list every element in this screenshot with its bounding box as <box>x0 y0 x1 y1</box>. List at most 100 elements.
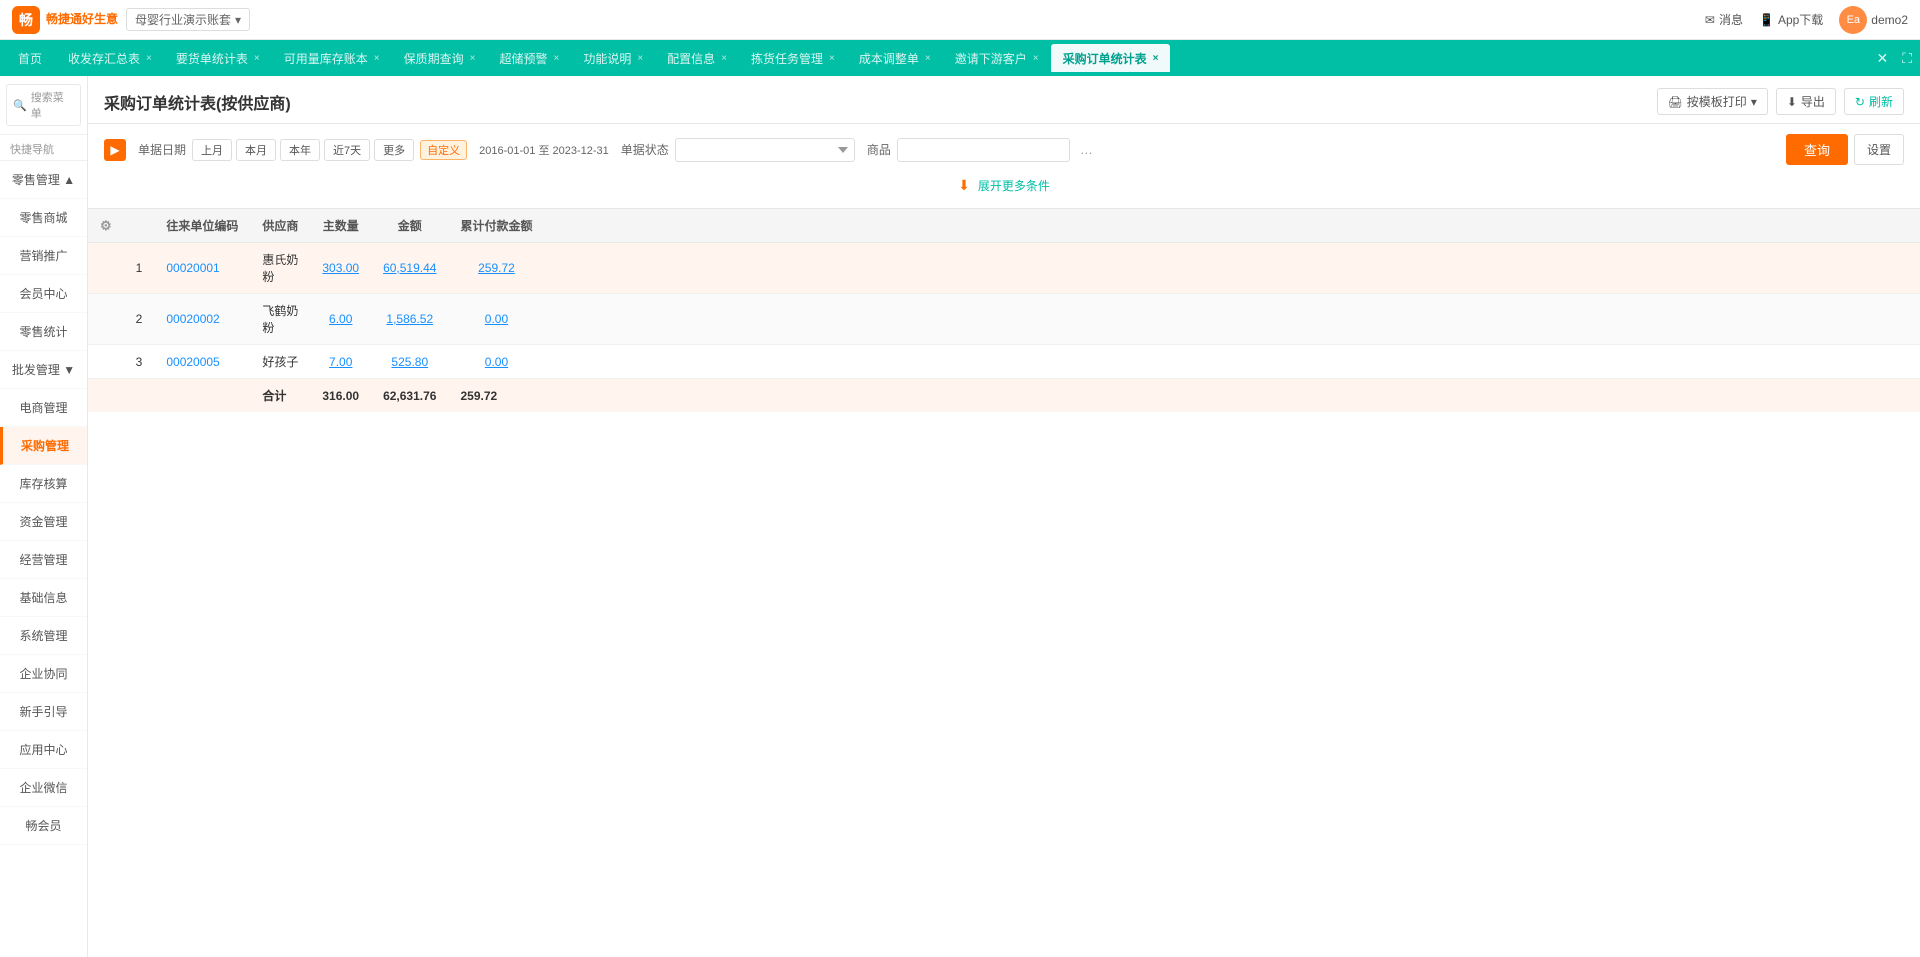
refresh-button[interactable]: ↻ 刷新 <box>1844 88 1904 115</box>
sidebar-item-ecommerce-mgmt[interactable]: 电商管理 <box>0 389 87 427</box>
close-icon[interactable]: × <box>829 53 835 64</box>
tab-overstock-warning[interactable]: 超储预警 × <box>487 44 571 72</box>
table-footer-row: 合计 316.00 62,631.76 259.72 <box>88 379 1920 413</box>
workspace-selector[interactable]: 母婴行业演示账套 ▾ <box>126 8 250 31</box>
retail-shop-label: 零售商城 <box>19 211 67 225</box>
tab-function-desc[interactable]: 功能说明 × <box>571 44 655 72</box>
enterprise-collab-label: 企业协同 <box>19 667 67 681</box>
sidebar-item-app-center[interactable]: 应用中心 <box>0 731 87 769</box>
tab-config-info[interactable]: 配置信息 × <box>655 44 739 72</box>
row-amount[interactable]: 525.80 <box>371 345 448 379</box>
status-select[interactable] <box>675 138 855 162</box>
sidebar-item-retail-mgmt[interactable]: 零售管理 ▲ <box>0 161 87 199</box>
row-amount[interactable]: 1,586.52 <box>371 294 448 345</box>
sidebar-item-marketing[interactable]: 营销推广 <box>0 237 87 275</box>
maximize-window-button[interactable]: ⛶ <box>1898 48 1916 69</box>
row-quantity[interactable]: 7.00 <box>310 345 371 379</box>
row-unit-code[interactable]: 00020005 <box>154 345 250 379</box>
tab-label: 配置信息 <box>667 50 715 67</box>
status-filter-label: 单据状态 <box>621 141 669 158</box>
sidebar-item-ops-mgmt[interactable]: 经营管理 <box>0 541 87 579</box>
date-last-month-button[interactable]: 上月 <box>192 139 232 161</box>
sidebar-item-purchase-mgmt[interactable]: 采购管理 <box>0 427 87 465</box>
row-paid-amount[interactable]: 259.72 <box>448 243 544 294</box>
sidebar-search-area: 🔍 搜索菜单 <box>0 76 87 135</box>
table-row: 2 00020002 飞鹤奶粉 6.00 1,586.52 0.00 <box>88 294 1920 345</box>
row-paid-amount[interactable]: 0.00 <box>448 294 544 345</box>
row-unit-code[interactable]: 00020001 <box>154 243 250 294</box>
tab-goods-summary[interactable]: 要货单统计表 × <box>164 44 272 72</box>
top-bar-right: ✉ 消息 📱 App下载 Ea demo2 <box>1705 6 1908 34</box>
sidebar-item-inventory-check[interactable]: 库存核算 <box>0 465 87 503</box>
tab-home[interactable]: 首页 <box>4 44 56 72</box>
date-this-month-button[interactable]: 本月 <box>236 139 276 161</box>
row-unit-code[interactable]: 00020002 <box>154 294 250 345</box>
col-settings[interactable]: ⚙ <box>88 209 124 243</box>
user-profile-button[interactable]: Ea demo2 <box>1839 6 1908 34</box>
date-last-7days-button[interactable]: 近7天 <box>324 139 370 161</box>
close-icon[interactable]: × <box>553 53 559 64</box>
tab-purchase-summary[interactable]: 采购订单统计表 × <box>1051 44 1171 72</box>
sidebar-item-basic-info[interactable]: 基础信息 <box>0 579 87 617</box>
footer-quantity: 316.00 <box>310 379 371 413</box>
goods-more-icon[interactable]: … <box>1076 142 1097 157</box>
tab-invite-downstream[interactable]: 邀请下游客户 × <box>943 44 1051 72</box>
close-icon[interactable]: × <box>637 53 643 64</box>
table-header: ⚙ 往来单位编码 供应商 主数量 金额 累计付款金额 <box>88 209 1920 243</box>
quick-nav-label[interactable]: 快捷导航 <box>0 135 87 161</box>
close-icon[interactable]: × <box>146 53 152 64</box>
top-bar-left: 畅 畅捷通好生意 母婴行业演示账套 ▾ <box>12 6 250 34</box>
close-icon[interactable]: × <box>1153 53 1159 64</box>
message-button[interactable]: ✉ 消息 <box>1705 11 1743 28</box>
tab-expiry-query[interactable]: 保质期查询 × <box>392 44 488 72</box>
app-download-button[interactable]: 📱 App下载 <box>1759 11 1823 28</box>
settings-button[interactable]: 设置 <box>1854 134 1904 165</box>
home-tab-label: 首页 <box>18 50 42 67</box>
close-icon[interactable]: × <box>721 53 727 64</box>
content-area: 采购订单统计表(按供应商) 🖨 按模板打印 ▾ ⬇ 导出 ↻ 刷新 <box>88 76 1920 957</box>
sidebar-item-new-guide[interactable]: 新手引导 <box>0 693 87 731</box>
tab-picking-task[interactable]: 拣货任务管理 × <box>739 44 847 72</box>
close-icon[interactable]: × <box>374 53 380 64</box>
wholesale-mgmt-label: 批发管理 ▼ <box>12 363 75 377</box>
date-more-button[interactable]: 更多 <box>374 139 414 161</box>
goods-input[interactable] <box>897 138 1070 162</box>
row-quantity[interactable]: 303.00 <box>310 243 371 294</box>
row-no: 3 <box>124 345 155 379</box>
close-icon[interactable]: × <box>925 53 931 64</box>
footer-extra <box>544 379 1920 413</box>
ecommerce-mgmt-label: 电商管理 <box>19 401 67 415</box>
close-icon[interactable]: × <box>254 53 260 64</box>
sidebar-item-enterprise-collab[interactable]: 企业协同 <box>0 655 87 693</box>
export-button[interactable]: ⬇ 导出 <box>1776 88 1836 115</box>
page-header-actions: 🖨 按模板打印 ▾ ⬇ 导出 ↻ 刷新 <box>1657 88 1904 115</box>
sidebar-item-retail-shop[interactable]: 零售商城 <box>0 199 87 237</box>
footer-paid-amount: 259.72 <box>448 379 544 413</box>
sidebar-item-wholesale-mgmt[interactable]: 批发管理 ▼ <box>0 351 87 389</box>
user-avatar: Ea <box>1839 6 1867 34</box>
sidebar-item-funds-mgmt[interactable]: 资金管理 <box>0 503 87 541</box>
date-this-year-button[interactable]: 本年 <box>280 139 320 161</box>
expand-more-conditions-button[interactable]: ⬇ 展开更多条件 <box>950 173 1058 198</box>
tab-cost-adjust[interactable]: 成本调整单 × <box>847 44 943 72</box>
collapse-filter-button[interactable]: ▶ <box>104 139 126 161</box>
sidebar-item-enterprise-wechat[interactable]: 企业微信 <box>0 769 87 807</box>
print-template-button[interactable]: 🖨 按模板打印 ▾ <box>1657 88 1768 115</box>
sidebar-item-system-mgmt[interactable]: 系统管理 <box>0 617 87 655</box>
date-custom-badge[interactable]: 自定义 <box>420 140 467 160</box>
close-window-button[interactable]: ✕ <box>1872 48 1892 69</box>
row-quantity[interactable]: 6.00 <box>310 294 371 345</box>
tab-usable-stock[interactable]: 可用量库存账本 × <box>272 44 392 72</box>
tab-receive-summary[interactable]: 收发存汇总表 × <box>56 44 164 72</box>
search-menu-button[interactable]: 🔍 搜索菜单 <box>6 84 81 126</box>
footer-amount: 62,631.76 <box>371 379 448 413</box>
sidebar-item-member-center[interactable]: 会员中心 <box>0 275 87 313</box>
column-settings-icon[interactable]: ⚙ <box>100 218 112 233</box>
close-icon[interactable]: × <box>470 53 476 64</box>
sidebar-item-member-card[interactable]: 畅会员 <box>0 807 87 845</box>
close-icon[interactable]: × <box>1033 53 1039 64</box>
sidebar-item-retail-stats[interactable]: 零售统计 <box>0 313 87 351</box>
row-paid-amount[interactable]: 0.00 <box>448 345 544 379</box>
row-amount[interactable]: 60,519.44 <box>371 243 448 294</box>
query-button[interactable]: 查询 <box>1786 134 1848 165</box>
